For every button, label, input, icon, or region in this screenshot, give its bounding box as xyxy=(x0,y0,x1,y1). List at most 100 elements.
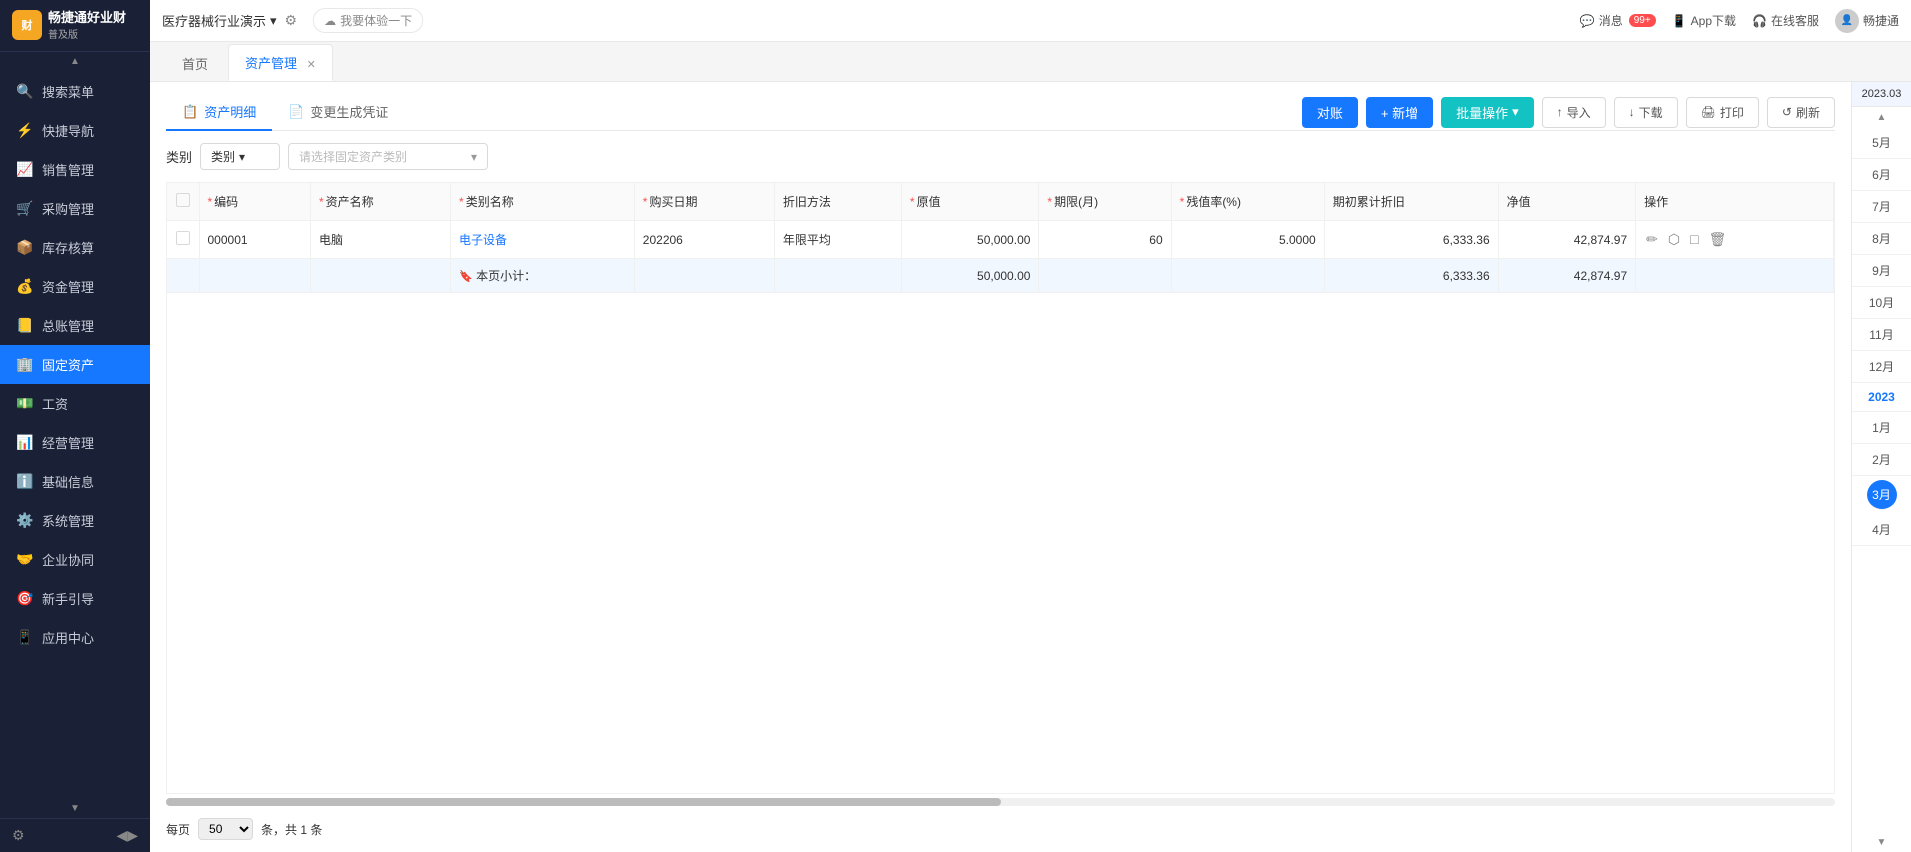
subtotal-original-value: 50,000.00 xyxy=(901,259,1039,293)
sidebar-item-quick-nav[interactable]: ⚡快捷导航 xyxy=(0,111,150,150)
print-icon: 🖨 xyxy=(1701,105,1716,119)
content-area: 📋 资产明细 📄 变更生成凭证 对账 + 新增 批量操作 ▾ ↑ xyxy=(150,82,1911,852)
sidebar-item-basic-info[interactable]: ℹ️ 基础信息 xyxy=(0,462,150,501)
sidebar-item-operations[interactable]: 📊经营管理 xyxy=(0,423,150,462)
print-button[interactable]: 🖨 打印 xyxy=(1686,97,1759,128)
topbar-gear-icon[interactable]: ⚙ xyxy=(285,12,298,29)
col-code: *编码 xyxy=(199,183,310,221)
nav-label-basic-info: 基础信息 xyxy=(42,472,94,491)
new-button[interactable]: + 新增 xyxy=(1366,97,1433,128)
calendar-month-8月[interactable]: 8月 xyxy=(1852,223,1911,255)
nav-icon-basic-info: ℹ️ xyxy=(16,473,34,490)
download-arrow-icon: ↓ xyxy=(1629,105,1635,119)
sub-tab-asset-detail[interactable]: 📋 资产明细 xyxy=(166,94,272,131)
calendar-month-9月[interactable]: 9月 xyxy=(1852,255,1911,287)
category-type-select[interactable]: 类别 ▾ xyxy=(200,143,280,170)
nav-icon-purchase: 🛒 xyxy=(16,200,34,217)
select-all-checkbox[interactable] xyxy=(176,193,190,207)
company-selector[interactable]: 医疗器械行业演示 ▾ xyxy=(162,11,277,30)
scrollbar-thumb[interactable] xyxy=(166,798,1001,806)
sidebar-item-inventory[interactable]: 📦库存核算 xyxy=(0,228,150,267)
calendar-header: 2023.03 xyxy=(1852,82,1911,107)
download-button[interactable]: ↓ 下载 xyxy=(1614,97,1678,128)
sidebar-item-app-center[interactable]: 📱应用中心 xyxy=(0,618,150,657)
tab-asset-management[interactable]: 资产管理 ✕ xyxy=(228,44,333,81)
calendar-month-5月[interactable]: 5月 xyxy=(1852,127,1911,159)
category-input[interactable]: 请选择固定资产类别 ▾ xyxy=(288,143,488,170)
refresh-icon: ↺ xyxy=(1782,105,1792,119)
cell-category: 电子设备 xyxy=(451,221,635,259)
sidebar-item-general-ledger[interactable]: 📒总账管理 xyxy=(0,306,150,345)
horizontal-scrollbar[interactable] xyxy=(166,798,1835,806)
collapse-icon[interactable]: ◀▶ xyxy=(116,827,138,844)
row-checkbox-cell[interactable] xyxy=(167,221,199,259)
import-button[interactable]: ↑ 导入 xyxy=(1542,97,1606,128)
copy-icon[interactable]: ⬡ xyxy=(1666,229,1682,250)
calendar-month-4月[interactable]: 4月 xyxy=(1852,514,1911,546)
asset-detail-icon: 📋 xyxy=(182,104,198,120)
calendar-month-12月[interactable]: 12月 xyxy=(1852,351,1911,383)
select-all-header[interactable] xyxy=(167,183,199,221)
calendar-month-3月[interactable]: 3月 xyxy=(1867,480,1897,510)
service-action[interactable]: 🎧 在线客服 xyxy=(1752,12,1819,29)
sidebar-item-enterprise[interactable]: 🤝企业协同 xyxy=(0,540,150,579)
calendar-month-1月[interactable]: 1月 xyxy=(1852,412,1911,444)
logo-text: 畅捷通好业财 xyxy=(48,10,126,26)
sidebar-scroll-up[interactable]: ▲ xyxy=(0,52,150,72)
calendar-month-6月[interactable]: 6月 xyxy=(1852,159,1911,191)
calendar-month-11月[interactable]: 11月 xyxy=(1852,319,1911,351)
nav-icon-system: ⚙️ xyxy=(16,512,34,529)
sub-tab-change-voucher[interactable]: 📄 变更生成凭证 xyxy=(272,94,404,131)
message-icon: 💬 xyxy=(1580,14,1595,28)
download-action[interactable]: 📱 App下载 xyxy=(1672,12,1736,29)
sidebar-item-purchase[interactable]: 🛒采购管理 xyxy=(0,189,150,228)
calendar-month-2月[interactable]: 2月 xyxy=(1852,444,1911,476)
match-button[interactable]: 对账 xyxy=(1302,97,1358,128)
cell-code: 000001 xyxy=(199,221,310,259)
col-initial-depreciation: 期初累计折旧 xyxy=(1324,183,1498,221)
user-action[interactable]: 👤 畅捷通 xyxy=(1835,9,1899,33)
type-dropdown-icon: ▾ xyxy=(239,150,245,164)
sidebar: 财 畅捷通好业财 普及版 ▲ 🔍搜索菜单⚡快捷导航📈销售管理🛒采购管理📦库存核算… xyxy=(0,0,150,852)
col-net-value: 净值 xyxy=(1498,183,1636,221)
sidebar-item-sales[interactable]: 📈销售管理 xyxy=(0,150,150,189)
calendar-scroll-up[interactable]: ▲ xyxy=(1852,107,1911,127)
delete-icon[interactable]: 🗑 xyxy=(1707,229,1729,250)
sidebar-item-fixed-assets[interactable]: 🏢固定资产 xyxy=(0,345,150,384)
experience-button[interactable]: ☁ 我要体验一下 xyxy=(313,8,423,33)
all-category-label: 类别 xyxy=(211,148,235,165)
sidebar-item-guide[interactable]: 🎯新手引导 xyxy=(0,579,150,618)
sidebar-item-search[interactable]: 🔍搜索菜单 xyxy=(0,72,150,111)
logo-sub: 普及版 xyxy=(48,26,126,41)
asset-detail-label: 资产明细 xyxy=(204,102,256,121)
per-page-select[interactable]: 50 10 20 100 xyxy=(198,818,253,840)
message-badge: 99+ xyxy=(1629,14,1656,27)
sidebar-scroll-down[interactable]: ▼ xyxy=(0,798,150,818)
col-period: *期限(月) xyxy=(1039,183,1171,221)
settings-icon[interactable]: ⚙ xyxy=(12,827,25,844)
calendar-month-10月[interactable]: 10月 xyxy=(1852,287,1911,319)
col-residual-rate: *残值率(%) xyxy=(1171,183,1324,221)
calendar-scroll-down[interactable]: ▼ xyxy=(1852,832,1911,852)
message-action[interactable]: 💬 消息 99+ xyxy=(1580,12,1656,29)
right-sidebar: 2023.03 ▲ 5月6月7月8月9月10月11月12月20231月2月 3月 4… xyxy=(1851,82,1911,852)
change-voucher-icon: 📄 xyxy=(288,104,304,120)
company-name: 医疗器械行业演示 xyxy=(162,11,266,30)
sidebar-item-funds[interactable]: 💰资金管理 xyxy=(0,267,150,306)
sidebar-item-payroll[interactable]: 💵工资 xyxy=(0,384,150,423)
edit-icon[interactable]: ✏ xyxy=(1644,229,1660,250)
experience-icon: ☁ xyxy=(324,14,336,28)
main-area: 医疗器械行业演示 ▾ ⚙ ☁ 我要体验一下 💬 消息 99+ 📱 App下载 🎧… xyxy=(150,0,1911,852)
tab-home[interactable]: 首页 xyxy=(166,46,224,81)
nav-label-enterprise: 企业协同 xyxy=(42,550,94,569)
calendar-year-label: 2023 xyxy=(1852,383,1911,412)
more-icon[interactable]: □ xyxy=(1688,229,1700,250)
batch-button[interactable]: 批量操作 ▾ xyxy=(1441,97,1534,128)
calendar-month-7月[interactable]: 7月 xyxy=(1852,191,1911,223)
row-checkbox[interactable] xyxy=(176,231,190,245)
tab-close-icon[interactable]: ✕ xyxy=(307,59,316,71)
sidebar-item-system[interactable]: ⚙️系统管理 xyxy=(0,501,150,540)
refresh-button[interactable]: ↺ 刷新 xyxy=(1767,97,1835,128)
table-header-row: *编码 *资产名称 *类别名称 *购买日期 折旧方法 *原值 *期限(月) *残… xyxy=(167,183,1834,221)
logo-icon: 财 xyxy=(12,10,42,40)
